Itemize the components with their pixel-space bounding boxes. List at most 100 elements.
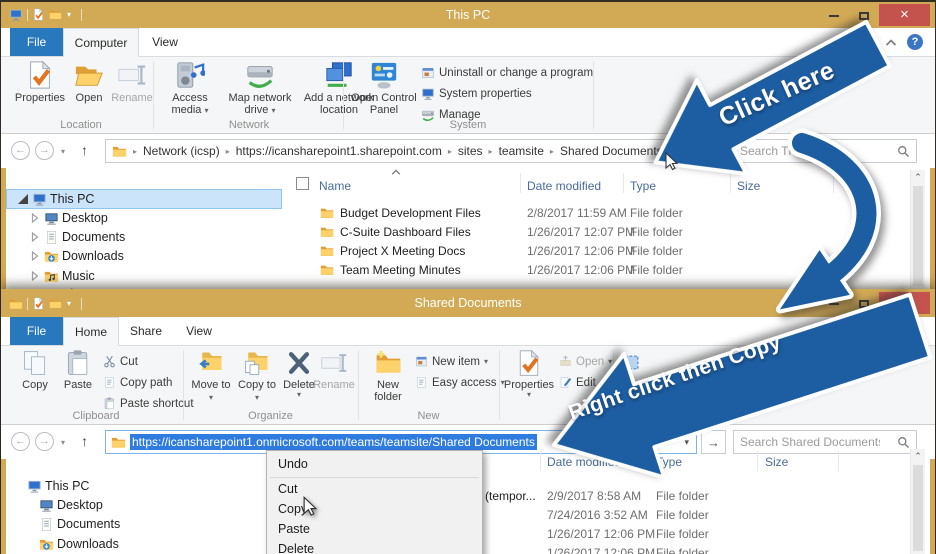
crumb-network[interactable]: Network (icsp) bbox=[143, 144, 220, 158]
rename-button[interactable]: Rename bbox=[312, 349, 356, 391]
minimize-button[interactable] bbox=[819, 292, 849, 314]
tab-home[interactable]: Home bbox=[63, 317, 119, 346]
sidebar-item-this-pc[interactable]: This PC bbox=[45, 479, 89, 493]
access-media-button[interactable]: Access media ▾ bbox=[159, 60, 221, 117]
tab-share[interactable]: Share bbox=[119, 317, 173, 345]
select-all-icon[interactable] bbox=[623, 354, 640, 371]
cut-button[interactable]: Cut bbox=[103, 352, 138, 371]
tab-view[interactable]: View bbox=[139, 28, 191, 56]
scroll-up-icon[interactable]: ⌃ bbox=[911, 170, 925, 185]
menu-item-paste[interactable]: Paste bbox=[268, 519, 481, 539]
up-button[interactable]: ↑ bbox=[81, 433, 88, 449]
menu-item-undo[interactable]: Undo bbox=[268, 454, 481, 474]
maximize-button[interactable] bbox=[849, 292, 879, 314]
easy-access-button[interactable]: Easy access ▾ bbox=[415, 373, 505, 392]
menu-item-copy[interactable]: Copy bbox=[268, 499, 481, 519]
crumb-shared-documents[interactable]: Shared Documents bbox=[560, 144, 663, 158]
tab-file[interactable]: File bbox=[10, 28, 63, 56]
column-header-size[interactable]: Size bbox=[737, 179, 760, 193]
tab-file[interactable]: File bbox=[10, 317, 63, 345]
column-header-type[interactable]: Type bbox=[630, 179, 656, 193]
crumb-separator: ▸ bbox=[488, 146, 493, 156]
tab-view[interactable]: View bbox=[173, 317, 225, 345]
paste-button[interactable]: Paste bbox=[57, 349, 99, 391]
sidebar-item-downloads[interactable]: Downloads bbox=[62, 249, 124, 263]
select-all-checkbox[interactable] bbox=[296, 177, 309, 190]
expander-collapsed-icon[interactable] bbox=[30, 271, 40, 281]
help-icon[interactable]: ? bbox=[907, 34, 923, 50]
rename-button[interactable]: Rename bbox=[109, 60, 155, 104]
address-dropdown-caret[interactable]: ▾ bbox=[684, 437, 696, 448]
crumb-sites[interactable]: sites bbox=[458, 144, 483, 158]
column-header-date[interactable]: Date modified bbox=[527, 179, 601, 193]
expander-collapsed-icon[interactable] bbox=[30, 251, 40, 261]
new-item-button[interactable]: New item ▾ bbox=[415, 352, 488, 371]
column-header-size[interactable]: Size bbox=[765, 455, 788, 469]
maximize-button[interactable] bbox=[849, 4, 879, 26]
go-button[interactable]: → bbox=[701, 430, 726, 454]
expander-collapsed-icon[interactable] bbox=[30, 213, 40, 223]
address-bar: ← → ▾ ↑ ▸ Network (icsp) ▸ https://icans… bbox=[1, 134, 935, 168]
titlebar[interactable]: ▾ This PC × bbox=[1, 2, 935, 28]
desktop-icon bbox=[44, 211, 59, 226]
open-control-panel-button[interactable]: Open Control Panel bbox=[349, 60, 419, 116]
forward-button[interactable]: → bbox=[35, 432, 54, 451]
address-url-selected[interactable]: https://icansharepoint1.onmicrosoft.com/… bbox=[130, 434, 537, 450]
properties-icon bbox=[515, 349, 543, 377]
column-header-type[interactable]: Type bbox=[656, 455, 682, 469]
back-button[interactable]: ← bbox=[11, 141, 30, 160]
scrollbar[interactable]: ⌃ bbox=[910, 449, 925, 554]
sidebar-item-documents[interactable]: Documents bbox=[62, 230, 125, 244]
new-folder-button[interactable]: New folder bbox=[365, 349, 411, 403]
close-button[interactable]: × bbox=[879, 292, 930, 314]
crumb-teamsite[interactable]: teamsite bbox=[499, 144, 544, 158]
copy-path-button[interactable]: Copy path bbox=[103, 373, 172, 392]
copy-to-button[interactable]: Copy to ▾ bbox=[235, 349, 279, 404]
sidebar-item-downloads[interactable]: Downloads bbox=[57, 537, 119, 551]
search-box[interactable] bbox=[733, 430, 917, 454]
properties-button[interactable]: Properties bbox=[11, 60, 69, 104]
system-properties-button[interactable]: System properties bbox=[421, 84, 532, 103]
search-icon[interactable] bbox=[897, 145, 910, 158]
column-header-name[interactable]: Name bbox=[319, 179, 351, 193]
open-button[interactable]: Open ▾ bbox=[559, 352, 612, 371]
sidebar-item-desktop[interactable]: Desktop bbox=[57, 498, 103, 512]
breadcrumb[interactable]: ▸ Network (icsp) ▸ https://icansharepoin… bbox=[105, 139, 725, 163]
up-button[interactable]: ↑ bbox=[81, 142, 88, 158]
sidebar-item-this-pc[interactable]: This PC bbox=[50, 192, 94, 206]
sidebar-item-documents[interactable]: Documents bbox=[57, 517, 120, 531]
column-header-date[interactable]: Date modified bbox=[547, 455, 621, 469]
help-icon[interactable]: ? bbox=[907, 323, 923, 339]
expander-collapsed-icon[interactable] bbox=[30, 232, 40, 242]
scrollbar[interactable]: ⌃ bbox=[910, 170, 925, 289]
menu-item-cut[interactable]: Cut bbox=[268, 479, 481, 499]
move-to-button[interactable]: Move to ▾ bbox=[189, 349, 233, 404]
minimize-button[interactable] bbox=[819, 4, 849, 26]
properties-button[interactable]: Properties ▾ bbox=[503, 349, 555, 399]
search-input[interactable] bbox=[740, 144, 880, 158]
recent-locations-caret[interactable]: ▾ bbox=[61, 438, 65, 447]
ribbon-collapse-icon[interactable] bbox=[885, 39, 897, 47]
titlebar[interactable]: ▾ Shared Documents × bbox=[1, 289, 935, 317]
back-button[interactable]: ← bbox=[11, 432, 30, 451]
sidebar-item-music[interactable]: Music bbox=[62, 269, 95, 283]
tab-computer[interactable]: Computer bbox=[63, 28, 139, 57]
menu-item-delete[interactable]: Delete bbox=[268, 539, 481, 554]
recent-locations-caret[interactable]: ▾ bbox=[61, 147, 65, 156]
forward-button[interactable]: → bbox=[35, 141, 54, 160]
map-network-drive-button[interactable]: Map network drive ▾ bbox=[223, 60, 297, 117]
search-input[interactable] bbox=[740, 435, 880, 449]
scroll-up-icon[interactable]: ⌃ bbox=[911, 449, 925, 464]
edit-button[interactable]: Edit bbox=[559, 373, 596, 392]
search-icon[interactable] bbox=[897, 436, 910, 449]
sidebar-item-desktop[interactable]: Desktop bbox=[62, 211, 108, 225]
uninstall-program-button[interactable]: Uninstall or change a program bbox=[421, 63, 593, 82]
move-to-icon bbox=[197, 349, 225, 377]
expander-expanded-icon[interactable] bbox=[18, 194, 28, 204]
crumb-site[interactable]: https://icansharepoint1.sharepoint.com bbox=[236, 144, 442, 158]
ribbon-collapse-icon[interactable] bbox=[885, 328, 897, 336]
copy-button[interactable]: Copy bbox=[15, 349, 55, 391]
open-button[interactable]: Open bbox=[71, 60, 107, 104]
close-button[interactable]: × bbox=[879, 4, 930, 26]
search-box[interactable] bbox=[733, 139, 917, 163]
